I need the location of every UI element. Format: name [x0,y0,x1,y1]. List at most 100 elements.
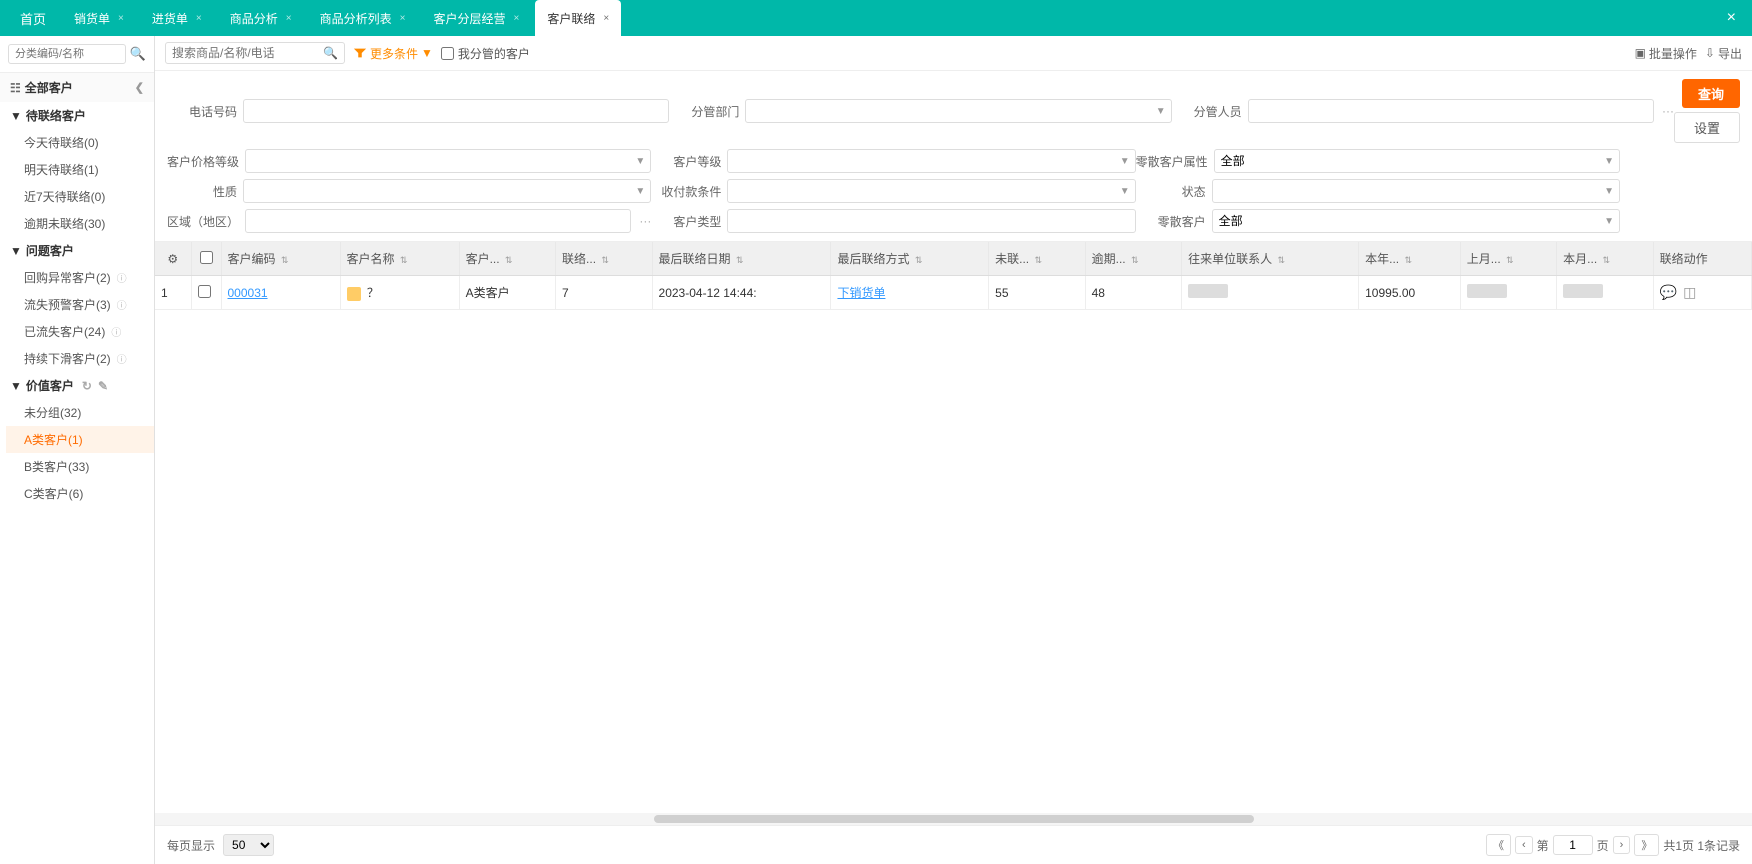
sidebar-item-c-class[interactable]: C类客户(6) [6,480,154,507]
th-overdue[interactable]: 逾期... ⇅ [1085,242,1181,276]
all-customers-header[interactable]: ☷ 全部客户 ❮ [0,73,154,102]
last-page-btn[interactable]: 》 [1634,834,1659,856]
settings-button[interactable]: 设置 [1674,112,1740,143]
filter-cell-payment: 收付款条件 ▼ [651,179,1135,203]
row-checkbox[interactable] [198,285,211,298]
qr-icon[interactable]: ◫ [1683,284,1696,301]
page-size-select[interactable]: 50 20 100 [223,834,274,856]
th-this-year[interactable]: 本年... ⇅ [1359,242,1461,276]
my-customer-checkbox-input[interactable] [441,47,454,60]
retail-select[interactable]: 全部 [1212,209,1620,233]
region-input[interactable] [245,209,631,233]
more-filter-button[interactable]: 更多条件 ▼ [353,45,433,62]
problem-sub-group: 回购异常客户(2) ⓘ 流失预警客户(3) ⓘ 已流失客户(24) ⓘ 持续下滑… [0,264,154,372]
select-all-checkbox[interactable] [200,251,213,264]
nav-tab-product-list[interactable]: 商品分析列表 × [308,0,418,36]
nav-tab-customer-tier[interactable]: 客户分层经营 × [421,0,531,36]
th-contact-person[interactable]: 往来单位联系人 ⇅ [1182,242,1359,276]
nav-tab-purchase[interactable]: 进货单 × [140,0,214,36]
filter-cell-region: 区域（地区） ··· [167,209,651,233]
th-last-contact-date[interactable]: 最后联络日期 ⇅ [652,242,831,276]
edit-value-icon[interactable]: ✎ [98,379,108,393]
prev-page-btn[interactable]: ‹ [1515,836,1533,854]
toolbar-search-icon[interactable]: 🔍 [323,46,338,60]
sidebar-item-churned[interactable]: 已流失客户(24) ⓘ [6,318,154,345]
th-last-month[interactable]: 上月... ⇅ [1460,242,1556,276]
sidebar-item-overdue[interactable]: 逾期未联络(30) [6,210,154,237]
toolbar: 🔍 更多条件 ▼ 我分管的客户 ▣ 批量操作 ⇩ 导出 [155,36,1752,71]
th-code[interactable]: 客户编码 ⇅ [221,242,340,276]
sort-level-icon: ⇅ [505,255,513,265]
sort-code-icon: ⇅ [281,255,289,265]
th-contact-count[interactable]: 联络... ⇅ [556,242,652,276]
dept-select[interactable] [745,99,1171,123]
close-customer-tier-tab[interactable]: × [513,13,519,24]
bottom-bar: 每页显示 50 20 100 《 ‹ 第 页 › 》 共1页 1条记录 [155,825,1752,864]
horizontal-scrollbar[interactable] [654,815,1254,823]
person-more-btn[interactable]: ··· [1662,104,1674,118]
export-button[interactable]: ⇩ 导出 [1705,45,1742,62]
batch-operation-button[interactable]: ▣ 批量操作 [1635,45,1697,62]
nav-tab-home[interactable]: 首页 [8,5,58,32]
th-name[interactable]: 客户名称 ⇅ [340,242,459,276]
close-product-analysis-tab[interactable]: × [286,13,292,24]
price-level-select-wrapper: ▼ [245,149,651,173]
sidebar-item-repurchase-abnormal[interactable]: 回购异常客户(2) ⓘ [6,264,154,291]
person-input[interactable] [1248,99,1654,123]
page-suffix: 页 [1597,837,1609,854]
nav-tab-sales[interactable]: 销货单 × [62,0,136,36]
th-this-month[interactable]: 本月... ⇅ [1557,242,1653,276]
phone-input[interactable] [243,99,669,123]
th-settings[interactable]: ⚙ [155,242,191,276]
next-page-btn[interactable]: › [1613,836,1631,854]
sidebar-item-churn-warning[interactable]: 流失预警客户(3) ⓘ [6,291,154,318]
pagination: 《 ‹ 第 页 › 》 共1页 1条记录 [1486,834,1740,856]
filter-cell-person: 分管人员 ··· [1172,99,1674,123]
filter-cell-nature: 性质 ▼ [167,179,651,203]
region-more-btn[interactable]: ··· [639,214,651,228]
th-checkbox[interactable] [191,242,221,276]
message-icon[interactable]: 💬 [1660,284,1677,301]
sidebar-group-pending[interactable]: ▼ 待联络客户 [0,102,154,129]
toolbar-search-input[interactable] [172,46,319,60]
query-button[interactable]: 查询 [1682,79,1740,108]
nature-select[interactable] [243,179,651,203]
sidebar-search-input[interactable] [8,44,126,64]
page-number-input[interactable] [1553,835,1593,855]
nav-tab-customer-contact[interactable]: 客户联络 × [535,0,621,36]
sidebar-item-tomorrow[interactable]: 明天待联络(1) [6,156,154,183]
customer-type-input[interactable] [727,209,1135,233]
price-level-select[interactable] [245,149,651,173]
close-purchase-tab[interactable]: × [196,13,202,24]
collapse-btn[interactable]: ❮ [135,81,144,94]
first-page-btn[interactable]: 《 [1486,834,1511,856]
sort-this-month-icon: ⇅ [1603,255,1611,265]
sidebar-item-a-class[interactable]: A类客户(1) [6,426,154,453]
customer-level-select[interactable] [727,149,1135,173]
status-select[interactable] [1212,179,1620,203]
sidebar-item-7days[interactable]: 近7天待联络(0) [6,183,154,210]
sidebar-group-value[interactable]: ▼ 价值客户 ↻ ✎ [0,372,154,399]
last-month-placeholder [1467,284,1507,298]
sidebar-item-unclassified[interactable]: 未分组(32) [6,399,154,426]
sidebar-item-today[interactable]: 今天待联络(0) [6,129,154,156]
info-icon-2: ⓘ [117,297,127,312]
payment-select[interactable] [727,179,1135,203]
close-customer-contact-tab[interactable]: × [603,13,609,24]
close-window-button[interactable]: × [1719,9,1744,27]
nav-tab-product-analysis[interactable]: 商品分析 × [218,0,304,36]
retail-attr-select[interactable]: 全部 [1214,149,1620,173]
retail-attr-label: 零散客户属性 [1136,153,1208,170]
close-product-list-tab[interactable]: × [400,13,406,24]
sidebar-item-declining[interactable]: 持续下滑客户(2) ⓘ [6,345,154,372]
sidebar-group-problem[interactable]: ▼ 问题客户 [0,237,154,264]
sidebar-search-icon[interactable]: 🔍 [130,46,146,62]
sidebar-item-b-class[interactable]: B类客户(33) [6,453,154,480]
close-sales-tab[interactable]: × [118,13,124,24]
refresh-icon[interactable]: ↻ [82,379,92,393]
th-level[interactable]: 客户... ⇅ [459,242,555,276]
sort-person-icon: ⇅ [1277,255,1285,265]
th-no-contact-days[interactable]: 未联... ⇅ [989,242,1085,276]
my-customer-checkbox: 我分管的客户 [441,45,530,62]
th-last-contact-method[interactable]: 最后联络方式 ⇅ [831,242,989,276]
